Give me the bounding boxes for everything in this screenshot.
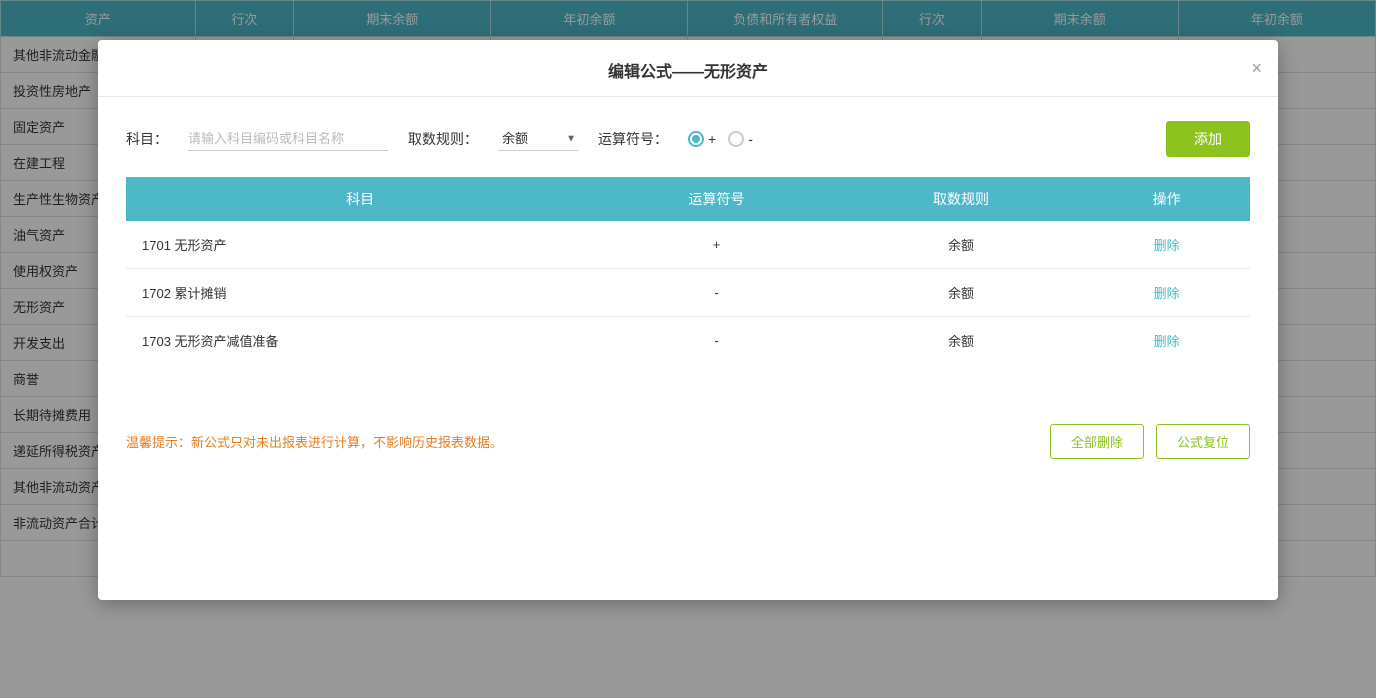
table-row: 1702 累计摊销 - 余额 删除 — [126, 269, 1250, 317]
operator-plus-radio[interactable]: + — [688, 131, 716, 147]
plus-radio-label: + — [708, 131, 716, 147]
operator-radio-group: + - — [688, 131, 753, 147]
subject-input[interactable] — [188, 127, 388, 151]
formula-table: 科目 运算符号 取数规则 操作 1701 无形资产 + 余额 删除 — [126, 177, 1250, 364]
row2-subject: 1702 累计摊销 — [126, 269, 594, 317]
operator-minus-radio[interactable]: - — [728, 131, 753, 147]
row2-operator: - — [594, 269, 839, 317]
table-row: 1701 无形资产 + 余额 删除 — [126, 221, 1250, 269]
table-row: 1703 无形资产减值准备 - 余额 删除 — [126, 317, 1250, 365]
plus-radio-circle — [688, 131, 704, 147]
modal-title: 编辑公式——无形资产 — [608, 64, 768, 81]
rule-select-wrapper: 余额 借方 贷方 借方发生额 贷方发生额 ▼ — [498, 127, 578, 151]
minus-radio-circle — [728, 131, 744, 147]
col-operator-header: 运算符号 — [594, 177, 839, 221]
row3-rule: 余额 — [839, 317, 1084, 365]
minus-radio-label: - — [748, 131, 753, 147]
modal-dialog: 编辑公式——无形资产 × 科目： 取数规则： 余额 借方 贷方 借方发生额 贷 — [98, 40, 1278, 600]
row1-operator: + — [594, 221, 839, 269]
modal-footer: 温馨提示：新公式只对未出报表进行计算，不影响历史报表数据。 全部删除 公式复位 — [98, 408, 1278, 475]
modal-close-button[interactable]: × — [1251, 59, 1262, 77]
delete-all-button[interactable]: 全部删除 — [1050, 424, 1144, 459]
add-button[interactable]: 添加 — [1166, 121, 1250, 157]
row1-delete-button[interactable]: 删除 — [1154, 235, 1180, 254]
footer-tip: 温馨提示：新公式只对未出报表进行计算，不影响历史报表数据。 — [126, 432, 503, 451]
modal-body: 科目： 取数规则： 余额 借方 贷方 借方发生额 贷方发生额 ▼ 运算符号： — [98, 97, 1278, 408]
operator-label: 运算符号： — [598, 129, 668, 149]
row3-action: 删除 — [1083, 317, 1250, 365]
rule-label: 取数规则： — [408, 129, 478, 149]
modal-header: 编辑公式——无形资产 × — [98, 40, 1278, 97]
table-header-row: 科目 运算符号 取数规则 操作 — [126, 177, 1250, 221]
col-subject-header: 科目 — [126, 177, 594, 221]
row1-rule: 余额 — [839, 221, 1084, 269]
row3-delete-button[interactable]: 删除 — [1154, 331, 1180, 350]
row2-delete-button[interactable]: 删除 — [1154, 283, 1180, 302]
rule-select[interactable]: 余额 借方 贷方 借方发生额 贷方发生额 — [498, 127, 578, 151]
form-row: 科目： 取数规则： 余额 借方 贷方 借方发生额 贷方发生额 ▼ 运算符号： — [126, 121, 1250, 157]
subject-label: 科目： — [126, 129, 168, 149]
row1-subject: 1701 无形资产 — [126, 221, 594, 269]
reset-formula-button[interactable]: 公式复位 — [1156, 424, 1250, 459]
modal-overlay: 编辑公式——无形资产 × 科目： 取数规则： 余额 借方 贷方 借方发生额 贷 — [0, 0, 1376, 698]
col-rule-header: 取数规则 — [839, 177, 1084, 221]
row3-operator: - — [594, 317, 839, 365]
row2-action: 删除 — [1083, 269, 1250, 317]
footer-actions: 全部删除 公式复位 — [1050, 424, 1250, 459]
col-action-header: 操作 — [1083, 177, 1250, 221]
row2-rule: 余额 — [839, 269, 1084, 317]
row3-subject: 1703 无形资产减值准备 — [126, 317, 594, 365]
row1-action: 删除 — [1083, 221, 1250, 269]
